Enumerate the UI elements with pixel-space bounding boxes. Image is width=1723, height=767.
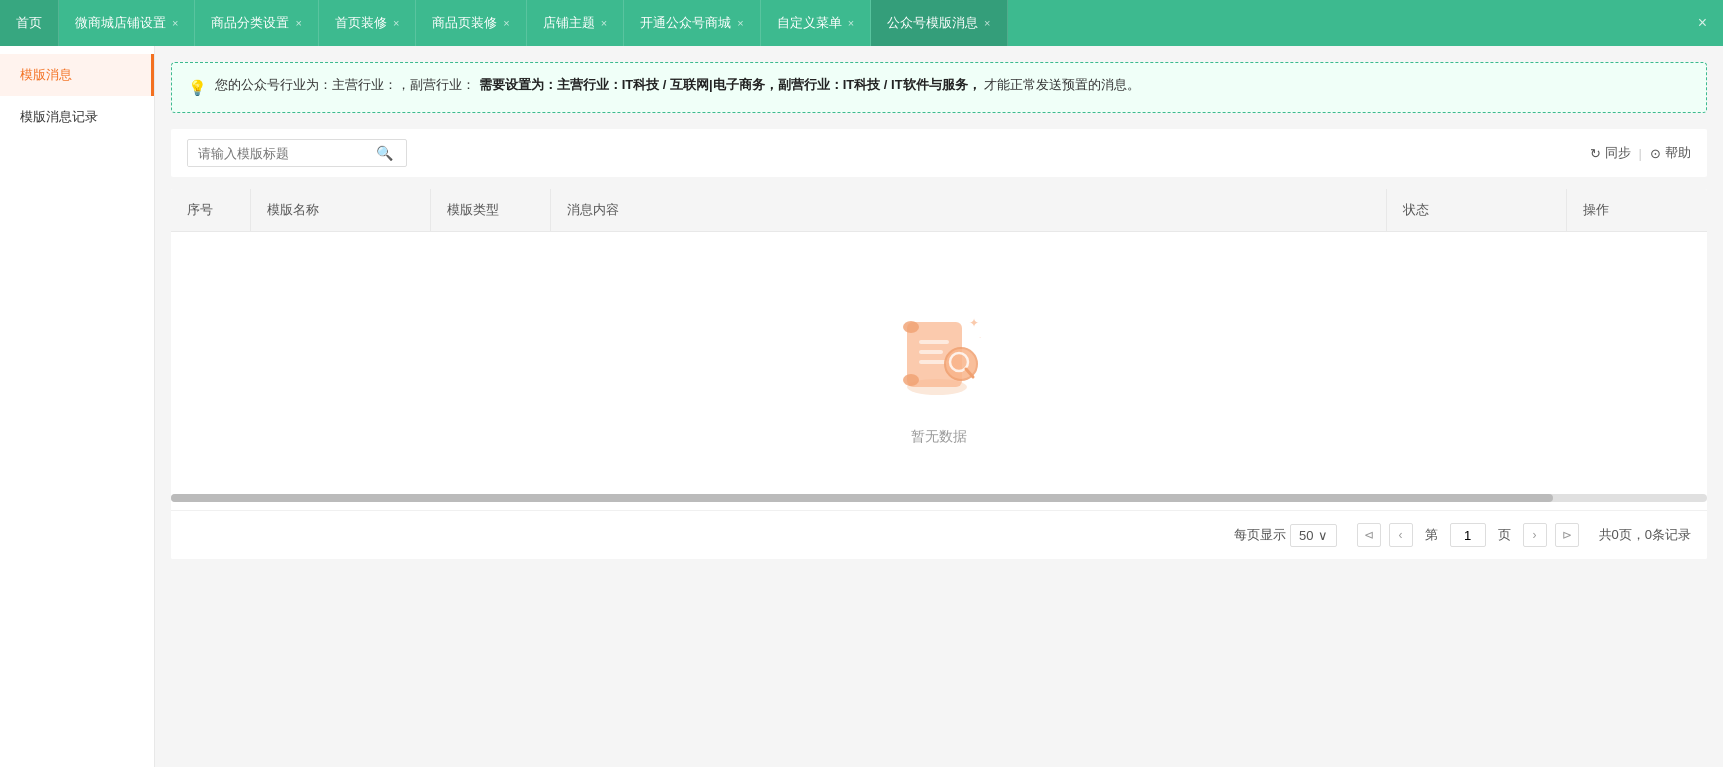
nav-item-3[interactable]: 首页装修× <box>319 0 416 46</box>
notice-highlight: 需要设置为：主营行业：IT科技 / 互联网|电子商务，副营行业：IT科技 / I… <box>479 77 981 92</box>
nav-item-8[interactable]: 公众号模版消息× <box>871 0 1007 46</box>
sync-label: 同步 <box>1605 144 1631 162</box>
svg-rect-6 <box>919 360 947 364</box>
nav-item-5[interactable]: 店铺主题× <box>527 0 624 46</box>
page-size-dropdown[interactable]: 50 ∨ <box>1290 524 1336 547</box>
help-icon: ⊙ <box>1650 146 1661 161</box>
nav-close-1[interactable]: × <box>172 17 178 29</box>
nav-item-0[interactable]: 首页 <box>0 0 59 46</box>
page-label: 第 <box>1425 526 1438 544</box>
page-size-label: 每页显示 <box>1234 526 1286 544</box>
sync-button[interactable]: ↻ 同步 <box>1590 144 1631 162</box>
table-header-0: 序号 <box>171 189 251 231</box>
nav-close-4[interactable]: × <box>503 17 509 29</box>
table-header-1: 模版名称 <box>251 189 431 231</box>
sidebar: 模版消息模版消息记录 <box>0 46 155 767</box>
nav-item-6[interactable]: 开通公众号商城× <box>624 0 760 46</box>
nav-item-1[interactable]: 微商城店铺设置× <box>59 0 195 46</box>
notice-text: 您的公众号行业为：主营行业：，副营行业： 需要设置为：主营行业：IT科技 / 互… <box>215 75 1140 96</box>
page-suffix: 页 <box>1498 526 1511 544</box>
scrollbar-thumb[interactable] <box>171 494 1553 502</box>
search-right: ↻ 同步 | ⊙ 帮助 <box>1590 144 1691 162</box>
table-container: 序号模版名称模版类型消息内容状态操作 <box>171 189 1707 559</box>
last-page-button[interactable]: ⊳ <box>1555 523 1579 547</box>
nav-item-4[interactable]: 商品页装修× <box>416 0 526 46</box>
sidebar-item-0[interactable]: 模版消息 <box>0 54 154 96</box>
page-size-value: 50 <box>1299 528 1313 543</box>
nav-close-7[interactable]: × <box>848 17 854 29</box>
nav-item-7[interactable]: 自定义菜单× <box>761 0 871 46</box>
svg-point-2 <box>903 374 919 386</box>
svg-text:·: · <box>979 333 981 342</box>
svg-text:✦: ✦ <box>969 316 979 330</box>
page-total: 共0页，0条记录 <box>1599 526 1691 544</box>
lightbulb-icon: 💡 <box>188 76 207 100</box>
notice-prefix: 您的公众号行业为：主营行业：，副营行业： <box>215 77 475 92</box>
horizontal-scrollbar[interactable] <box>171 494 1707 502</box>
search-button[interactable]: 🔍 <box>368 140 401 166</box>
prev-page-button[interactable]: ‹ <box>1389 523 1413 547</box>
table-header-5: 操作 <box>1567 189 1707 231</box>
next-page-button[interactable]: › <box>1523 523 1547 547</box>
nav-close-5[interactable]: × <box>601 17 607 29</box>
table-header-3: 消息内容 <box>551 189 1387 231</box>
nav-close-3[interactable]: × <box>393 17 399 29</box>
table-header-4: 状态 <box>1387 189 1567 231</box>
scrollbar-area <box>171 486 1707 510</box>
help-label: 帮助 <box>1665 144 1691 162</box>
empty-text: 暂无数据 <box>911 428 967 446</box>
search-bar: 🔍 ↻ 同步 | ⊙ 帮助 <box>171 129 1707 177</box>
search-left: 🔍 <box>187 139 407 167</box>
chevron-down-icon: ∨ <box>1318 528 1328 543</box>
sync-icon: ↻ <box>1590 146 1601 161</box>
main-layout: 模版消息模版消息记录 💡 您的公众号行业为：主营行业：，副营行业： 需要设置为：… <box>0 46 1723 767</box>
table-header-2: 模版类型 <box>431 189 551 231</box>
page-size-select: 每页显示 50 ∨ <box>1234 524 1336 547</box>
content-area: 💡 您的公众号行业为：主营行业：，副营行业： 需要设置为：主营行业：IT科技 /… <box>155 46 1723 767</box>
nav-close-2[interactable]: × <box>295 17 301 29</box>
search-input[interactable] <box>188 141 368 166</box>
help-button[interactable]: ⊙ 帮助 <box>1650 144 1691 162</box>
svg-rect-5 <box>919 350 943 354</box>
divider: | <box>1639 146 1642 161</box>
empty-state: ✦ · 暂无数据 <box>171 232 1707 486</box>
table-header: 序号模版名称模版类型消息内容状态操作 <box>171 189 1707 232</box>
svg-point-3 <box>903 321 919 333</box>
close-all-btn[interactable]: × <box>1682 14 1723 32</box>
empty-illustration: ✦ · <box>879 292 999 412</box>
notice-suffix: 才能正常发送预置的消息。 <box>984 77 1140 92</box>
sidebar-item-1[interactable]: 模版消息记录 <box>0 96 154 138</box>
svg-rect-4 <box>919 340 949 344</box>
search-input-wrapper: 🔍 <box>187 139 407 167</box>
first-page-button[interactable]: ⊲ <box>1357 523 1381 547</box>
page-number-input[interactable] <box>1450 523 1486 547</box>
pagination: 每页显示 50 ∨ ⊲ ‹ 第 页 › ⊳ 共0页，0条记录 <box>171 510 1707 559</box>
nav-close-6[interactable]: × <box>737 17 743 29</box>
notice-banner: 💡 您的公众号行业为：主营行业：，副营行业： 需要设置为：主营行业：IT科技 /… <box>171 62 1707 113</box>
nav-item-2[interactable]: 商品分类设置× <box>195 0 318 46</box>
nav-close-8[interactable]: × <box>984 17 990 29</box>
top-nav: 首页微商城店铺设置×商品分类设置×首页装修×商品页装修×店铺主题×开通公众号商城… <box>0 0 1723 46</box>
